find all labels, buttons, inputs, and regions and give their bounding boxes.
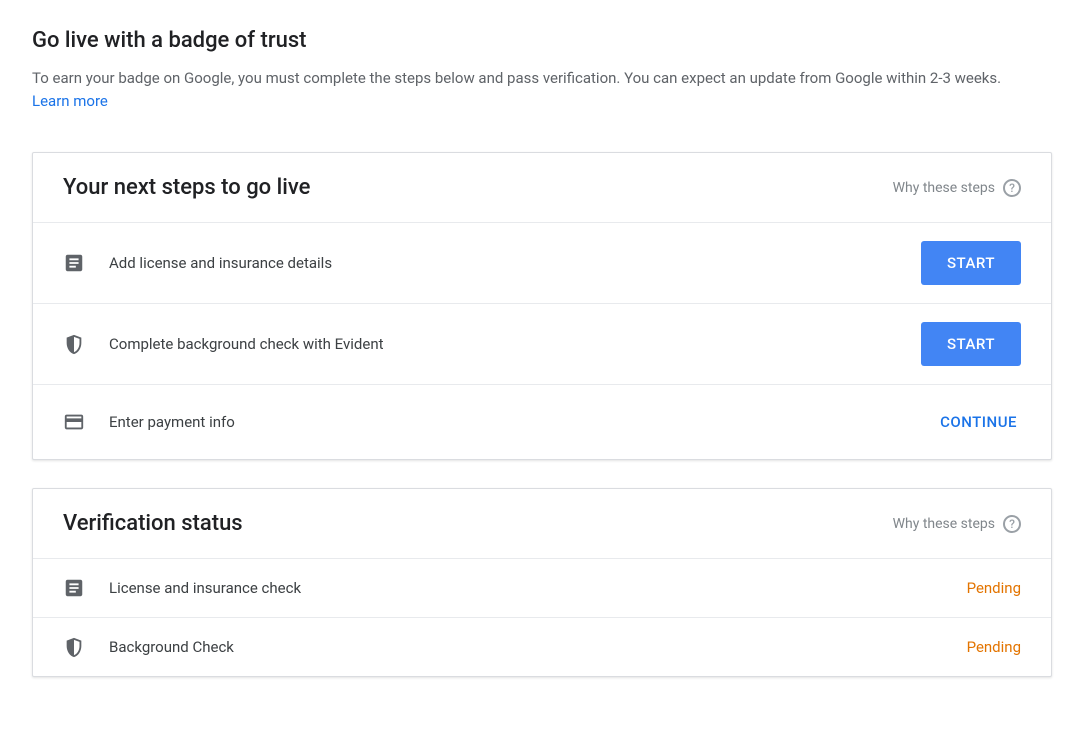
page-description: To earn your badge on Google, you must c…	[32, 67, 1032, 112]
why-these-steps-label: Why these steps	[893, 516, 995, 532]
verification-card: Verification status Why these steps ? Li…	[32, 488, 1052, 677]
help-icon: ?	[1003, 179, 1021, 197]
status-badge: Pending	[967, 638, 1021, 656]
learn-more-link[interactable]: Learn more	[32, 92, 108, 110]
step-row-left: Enter payment info	[63, 411, 235, 433]
next-steps-card: Your next steps to go live Why these ste…	[32, 152, 1052, 460]
status-badge: Pending	[967, 579, 1021, 597]
step-label: Complete background check with Evident	[109, 335, 384, 353]
verification-row-background: Background Check Pending	[33, 618, 1051, 676]
why-these-steps-link[interactable]: Why these steps ?	[893, 515, 1021, 533]
help-icon: ?	[1003, 515, 1021, 533]
step-label: Add license and insurance details	[109, 254, 332, 272]
start-background-button[interactable]: START	[921, 322, 1021, 366]
shield-icon	[63, 636, 85, 658]
start-license-button[interactable]: START	[921, 241, 1021, 285]
continue-payment-button[interactable]: CONTINUE	[936, 403, 1021, 441]
verification-row-left: License and insurance check	[63, 577, 301, 599]
verification-header: Verification status Why these steps ?	[33, 489, 1051, 559]
next-steps-header: Your next steps to go live Why these ste…	[33, 153, 1051, 223]
verification-label: Background Check	[109, 638, 234, 656]
verification-row-left: Background Check	[63, 636, 234, 658]
verification-row-license: License and insurance check Pending	[33, 559, 1051, 618]
page-description-text: To earn your badge on Google, you must c…	[32, 69, 1001, 87]
why-these-steps-label: Why these steps	[893, 180, 995, 196]
next-steps-title: Your next steps to go live	[63, 175, 310, 200]
document-icon	[63, 577, 85, 599]
step-row-license: Add license and insurance details START	[33, 223, 1051, 304]
shield-icon	[63, 333, 85, 355]
step-row-payment: Enter payment info CONTINUE	[33, 385, 1051, 459]
card-icon	[63, 411, 85, 433]
step-row-left: Add license and insurance details	[63, 252, 332, 274]
why-these-steps-link[interactable]: Why these steps ?	[893, 179, 1021, 197]
verification-title: Verification status	[63, 511, 243, 536]
page-title: Go live with a badge of trust	[32, 28, 1052, 53]
document-icon	[63, 252, 85, 274]
verification-label: License and insurance check	[109, 579, 301, 597]
step-row-left: Complete background check with Evident	[63, 333, 384, 355]
step-label: Enter payment info	[109, 413, 235, 431]
step-row-background: Complete background check with Evident S…	[33, 304, 1051, 385]
